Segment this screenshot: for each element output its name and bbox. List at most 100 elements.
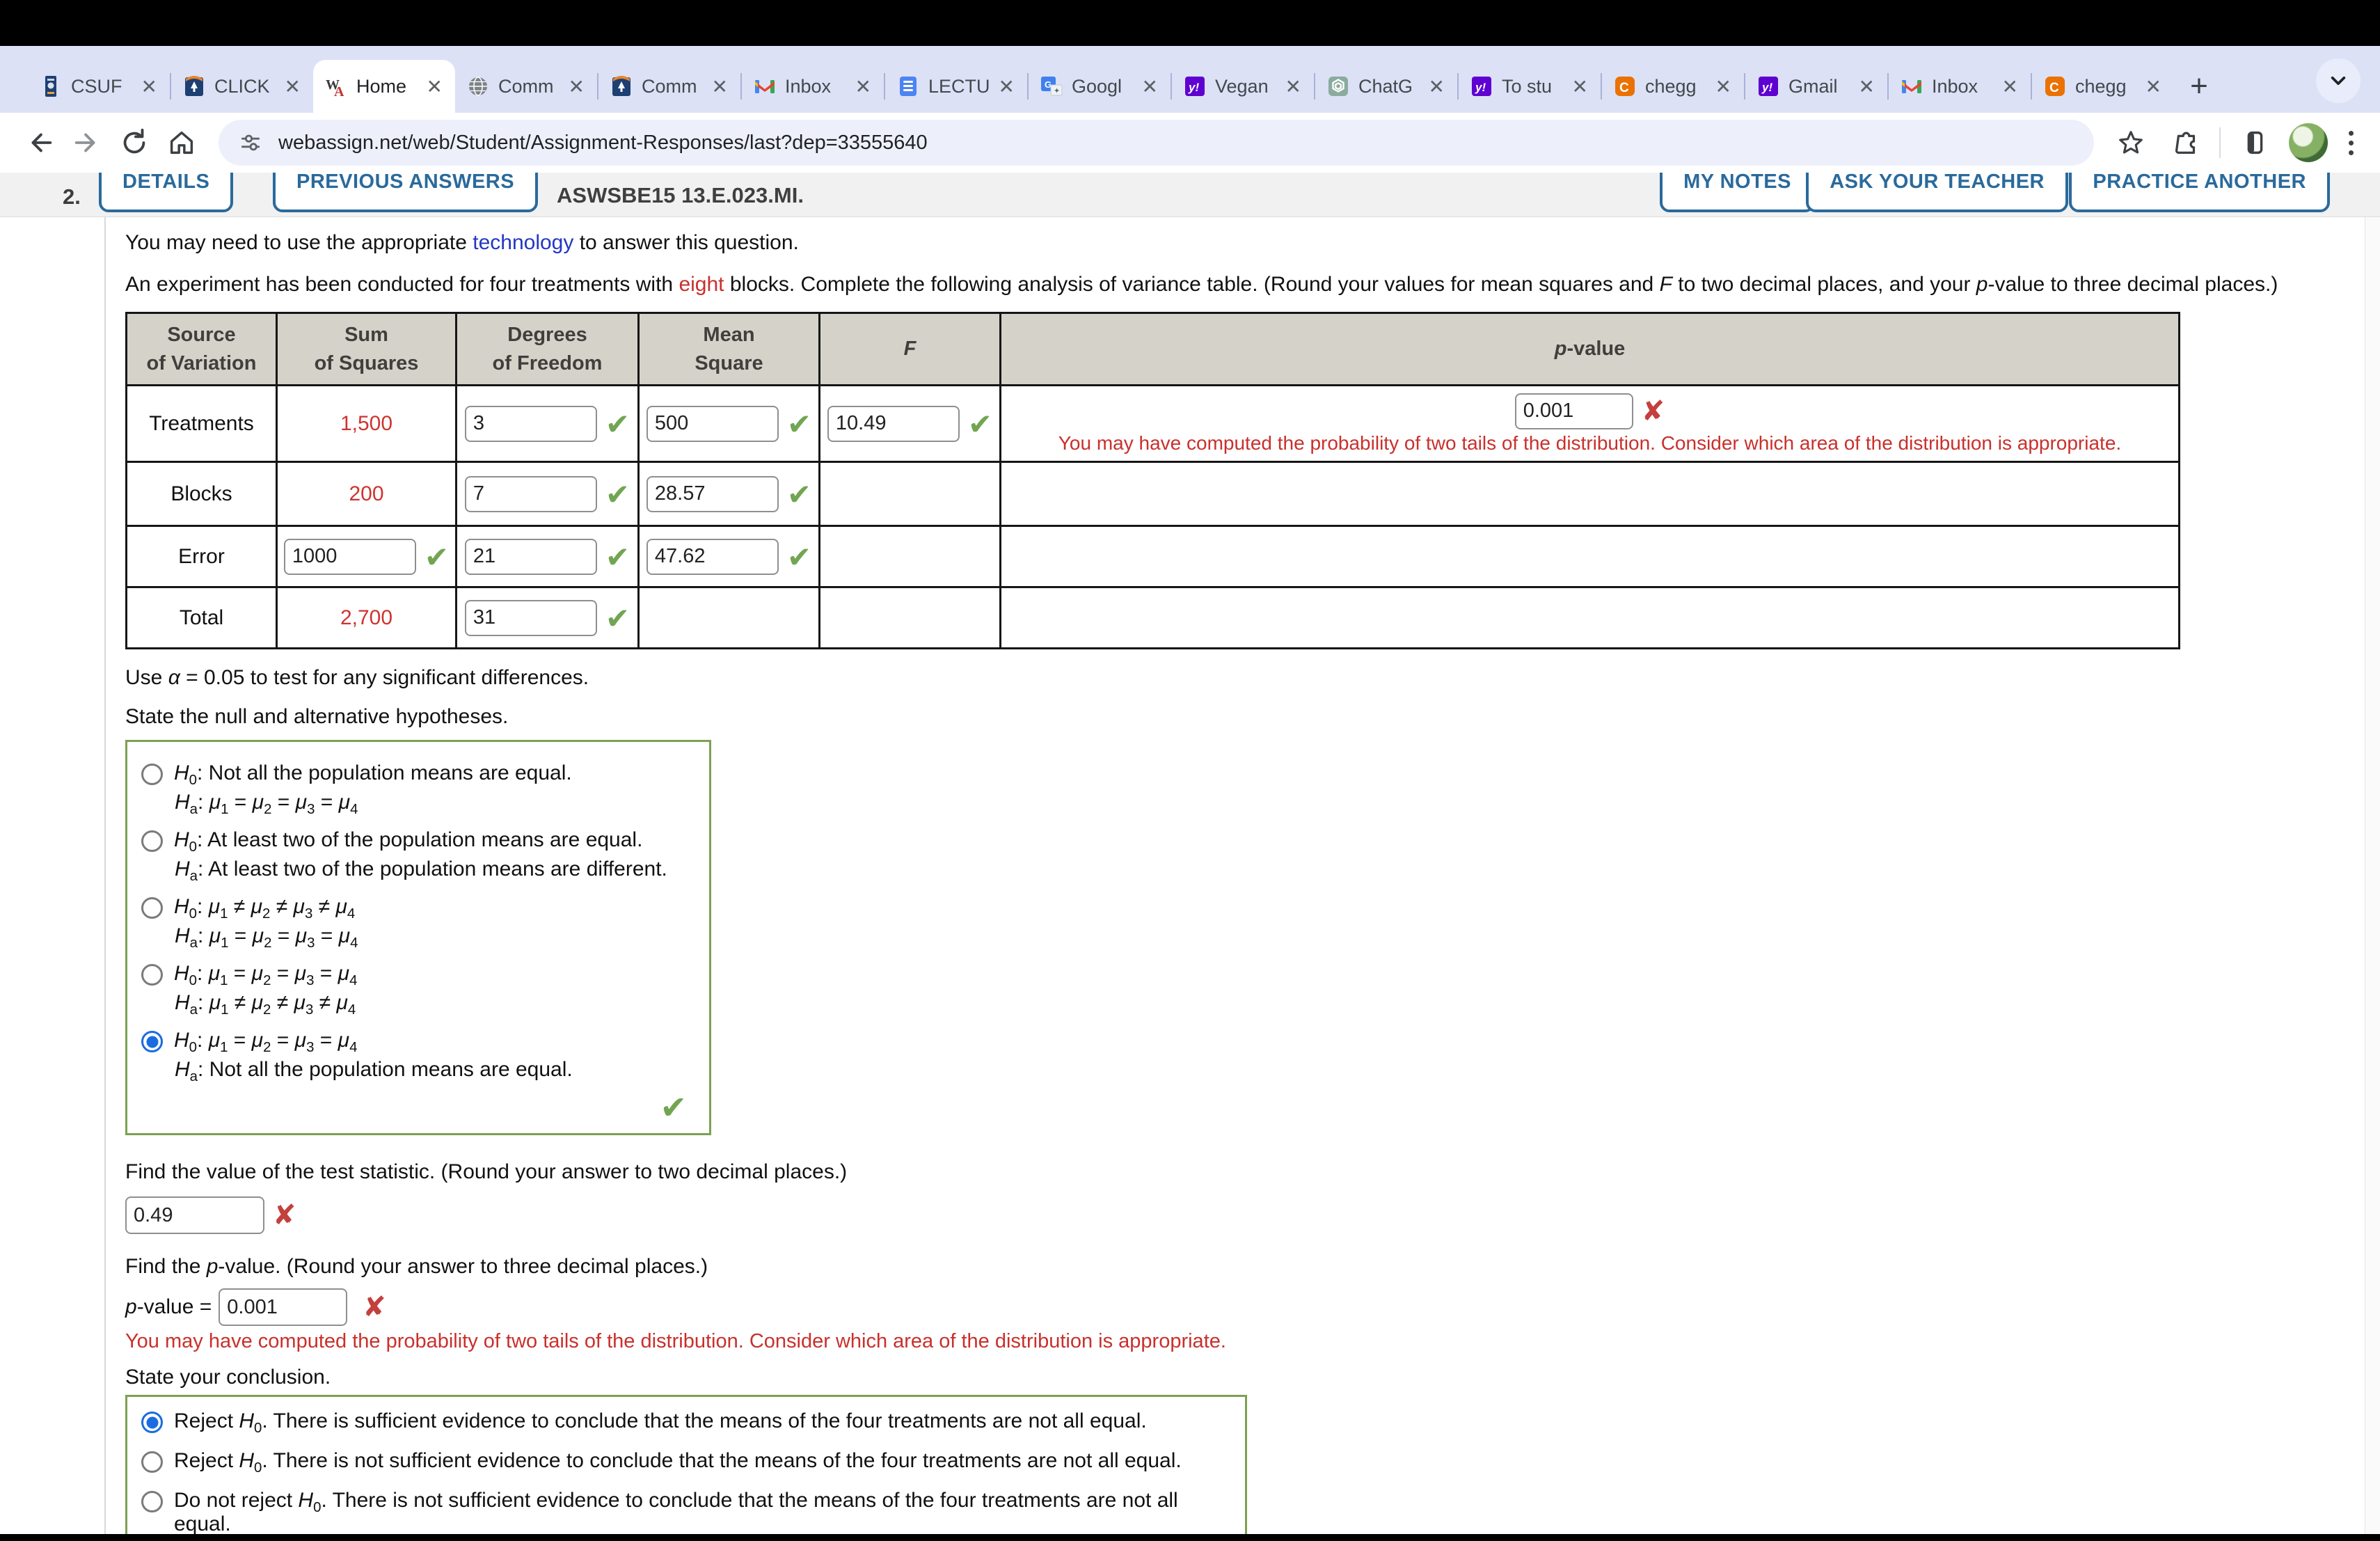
site-info-icon[interactable]: [237, 129, 264, 157]
assignment-toolbar: 2. DETAILS PREVIOUS ANSWERS ASWSBE15 13.…: [0, 173, 2380, 217]
close-icon[interactable]: ✕: [1427, 75, 1446, 98]
radio-button[interactable]: [141, 764, 163, 785]
hypothesis-option-4[interactable]: H0: μ1 = μ2 = μ3 = μ4 Ha: μ1 ≠ μ2 ≠ μ3 ≠ …: [138, 955, 697, 1022]
browser-tab-click[interactable]: CLICK ✕: [171, 60, 313, 113]
browser-tab-chegg[interactable]: Cchegg ✕: [1602, 60, 1744, 113]
error-ms-input[interactable]: [646, 538, 779, 575]
tab-title: Gmail: [1788, 75, 1838, 97]
hypothesis-option-3[interactable]: H0: μ1 ≠ μ2 ≠ μ3 ≠ μ4 Ha: μ1 = μ2 = μ3 = …: [138, 888, 697, 955]
test-statistic-input[interactable]: [125, 1196, 264, 1234]
radio-button[interactable]: [141, 1031, 163, 1052]
browser-tab-gmail[interactable]: y! Gmail ✕: [1745, 60, 1887, 113]
page-scrollbar[interactable]: [2365, 217, 2380, 1541]
total-df-input[interactable]: [464, 599, 597, 636]
home-button[interactable]: [161, 123, 202, 163]
col-header-mean-square: Mean Square: [637, 312, 820, 386]
close-icon[interactable]: ✕: [1714, 75, 1733, 98]
tab-title: CSUF: [71, 75, 122, 97]
radio-button[interactable]: [141, 1451, 163, 1473]
ask-your-teacher-button[interactable]: ASK YOUR TEACHER: [1806, 173, 2068, 212]
browser-tab-chegg[interactable]: Cchegg ✕: [2032, 60, 2174, 113]
hypotheses-box: H0: Not all the population means are equ…: [125, 740, 711, 1135]
browser-toolbar: webassign.net/web/Student/Assignment-Res…: [0, 113, 2380, 173]
previous-answers-button[interactable]: PREVIOUS ANSWERS: [273, 173, 539, 212]
close-icon[interactable]: ✕: [711, 75, 729, 98]
treatments-f-input[interactable]: [827, 405, 960, 442]
option-h0-text: H0: μ1 = μ2 = μ3 = μ4: [174, 962, 358, 988]
option-ha-text: Ha: Not all the population means are equ…: [175, 1058, 573, 1084]
back-button[interactable]: [19, 123, 60, 163]
new-tab-button[interactable]: +: [2180, 67, 2219, 106]
close-icon[interactable]: ✕: [140, 75, 159, 98]
conclusion-option-2[interactable]: Reject H0. There is not sufficient evide…: [138, 1442, 1231, 1479]
treatments-df-input[interactable]: [464, 405, 597, 442]
csuf-logo-icon: [610, 74, 633, 98]
details-button[interactable]: DETAILS: [99, 173, 234, 212]
treatments-ms-input[interactable]: [646, 405, 779, 442]
close-icon[interactable]: ✕: [1857, 75, 1876, 98]
radio-button[interactable]: [141, 1491, 163, 1512]
error-ss-input[interactable]: [283, 538, 416, 575]
browser-tab-comm[interactable]: Comm ✕: [598, 60, 740, 113]
browser-tab-comm[interactable]: Comm ✕: [455, 60, 597, 113]
profile-avatar[interactable]: [2289, 123, 2328, 162]
browser-tab-googl[interactable]: G ✦ Googl ✕: [1029, 60, 1171, 113]
browser-tab-home[interactable]: W A Home ✕: [313, 60, 455, 113]
menu-kebab-icon[interactable]: [2342, 130, 2361, 155]
correct-icon: ✔: [424, 540, 450, 574]
browser-tab-to-stu[interactable]: y! To stu ✕: [1459, 60, 1601, 113]
close-icon[interactable]: ✕: [854, 75, 873, 98]
total-ss-value: 2,700: [276, 586, 457, 649]
radio-button[interactable]: [141, 1412, 163, 1433]
side-panel-icon[interactable]: [2235, 123, 2275, 163]
hypothesis-option-2[interactable]: H0: At least two of the population means…: [138, 821, 697, 888]
tab-title: Googl: [1072, 75, 1122, 97]
browser-tab-inbox[interactable]: Inbox ✕: [742, 60, 884, 113]
close-icon[interactable]: ✕: [425, 75, 444, 98]
radio-button[interactable]: [141, 830, 163, 852]
close-icon[interactable]: ✕: [1571, 75, 1589, 98]
close-icon[interactable]: ✕: [2001, 75, 2020, 98]
svg-text:y!: y!: [1475, 81, 1486, 94]
correct-icon: ✔: [605, 540, 630, 574]
assignment-title: ASWSBE15 13.E.023.MI.: [557, 183, 804, 207]
tab-search-chevron[interactable]: [2316, 58, 2361, 103]
blocks-ms-input[interactable]: [646, 475, 779, 512]
col-header-f: F: [818, 312, 1001, 386]
browser-tab-inbox[interactable]: Inbox ✕: [1889, 60, 2031, 113]
hypothesis-option-5[interactable]: H0: μ1 = μ2 = μ3 = μ4 Ha: Not all the pop…: [138, 1022, 697, 1089]
translate-icon: G ✦: [1040, 74, 1063, 98]
browser-tab-chatg[interactable]: ChatG ✕: [1315, 60, 1457, 113]
svg-text:y!: y!: [1761, 81, 1772, 94]
reload-button[interactable]: [114, 123, 154, 163]
conclusion-option-3[interactable]: Do not reject H0. There is not sufficien…: [138, 1482, 1231, 1541]
hypothesis-option-1[interactable]: H0: Not all the population means are equ…: [138, 754, 697, 821]
alpha-note: Use α = 0.05 to test for any significant…: [125, 666, 589, 689]
bookmark-star-icon[interactable]: [2111, 123, 2151, 163]
close-icon[interactable]: ✕: [283, 75, 302, 98]
close-icon[interactable]: ✕: [997, 75, 1016, 98]
close-icon[interactable]: ✕: [1284, 75, 1303, 98]
error-df-input[interactable]: [464, 538, 597, 575]
p-value-input[interactable]: [219, 1288, 348, 1326]
treatments-p-input[interactable]: [1514, 393, 1633, 429]
my-notes-button[interactable]: MY NOTES: [1660, 173, 1815, 212]
browser-tab-vegan[interactable]: y! Vegan ✕: [1172, 60, 1314, 113]
anova-table: Source of Variation Sum of Squares Degrees…: [125, 312, 2180, 649]
technology-link[interactable]: technology: [473, 231, 573, 254]
svg-text:C: C: [1619, 81, 1629, 95]
extensions-icon[interactable]: [2165, 123, 2205, 163]
radio-button[interactable]: [141, 964, 163, 986]
close-icon[interactable]: ✕: [567, 75, 586, 98]
forward-button[interactable]: [67, 123, 107, 163]
address-bar[interactable]: webassign.net/web/Student/Assignment-Res…: [219, 120, 2094, 166]
radio-button[interactable]: [141, 897, 163, 919]
close-icon[interactable]: ✕: [1141, 75, 1159, 98]
browser-tab-lectu[interactable]: LECTU ✕: [885, 60, 1027, 113]
close-icon[interactable]: ✕: [2144, 75, 2163, 98]
conclusion-option-1[interactable]: Reject H0. There is sufficient evidence …: [138, 1402, 1231, 1439]
practice-another-button[interactable]: PRACTICE ANOTHER: [2069, 173, 2330, 212]
yahoo-icon: y!: [1756, 74, 1780, 98]
browser-tab-csuf[interactable]: CSUF ✕: [28, 60, 170, 113]
blocks-df-input[interactable]: [464, 475, 597, 512]
